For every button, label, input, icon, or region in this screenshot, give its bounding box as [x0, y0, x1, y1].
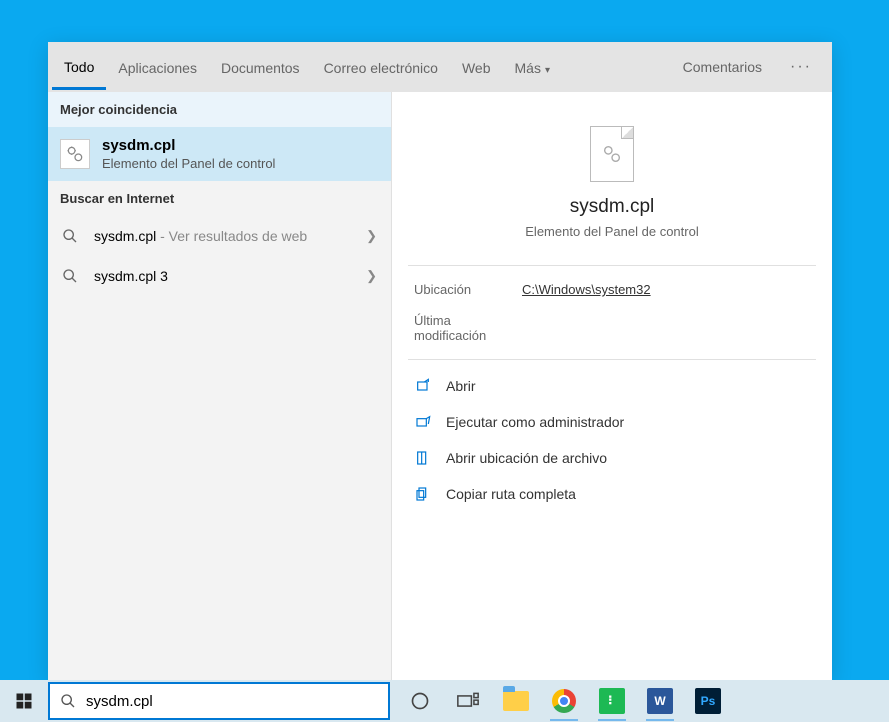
- action-open-location[interactable]: Abrir ubicación de archivo: [408, 440, 816, 476]
- photoshop-icon[interactable]: Ps: [692, 685, 724, 717]
- preview-pane: sysdm.cpl Elemento del Panel de control …: [392, 92, 832, 680]
- preview-subtitle: Elemento del Panel de control: [525, 224, 698, 239]
- results-list: Mejor coincidencia sysdm.cpl Elemento de…: [48, 92, 392, 680]
- meta-modified-label: Última modificación: [414, 313, 522, 343]
- preview-title: sysdm.cpl: [570, 196, 654, 218]
- control-panel-icon: [60, 139, 90, 169]
- web-result-label: sysdm.cpl - Ver resultados de web: [94, 228, 307, 244]
- search-icon: [60, 228, 80, 244]
- shield-icon: [414, 414, 432, 430]
- file-explorer-icon[interactable]: [500, 685, 532, 717]
- copy-icon: [414, 486, 432, 502]
- tab-all[interactable]: Todo: [52, 45, 106, 90]
- search-tabs: Todo Aplicaciones Documentos Correo elec…: [48, 42, 832, 92]
- meta-location-value[interactable]: C:\Windows\system32: [522, 282, 651, 297]
- spotify-icon[interactable]: ⠇: [596, 685, 628, 717]
- tab-web[interactable]: Web: [450, 46, 503, 88]
- chrome-icon[interactable]: [548, 685, 580, 717]
- start-button[interactable]: [0, 680, 48, 722]
- action-copy-path[interactable]: Copiar ruta completa: [408, 476, 816, 512]
- tab-email[interactable]: Correo electrónico: [312, 46, 450, 88]
- web-result-item[interactable]: sysdm.cpl 3 ❯: [48, 256, 391, 296]
- search-input[interactable]: [86, 693, 378, 710]
- taskbar-search-box[interactable]: [48, 682, 390, 720]
- chevron-right-icon: ❯: [366, 268, 377, 284]
- task-view-icon[interactable]: [452, 685, 484, 717]
- search-results-panel: Todo Aplicaciones Documentos Correo elec…: [48, 42, 832, 680]
- chevron-down-icon: ▾: [545, 65, 550, 76]
- taskbar: ⠇ W Ps: [0, 680, 889, 722]
- divider: [408, 265, 816, 266]
- tab-documents[interactable]: Documentos: [209, 46, 312, 88]
- chevron-right-icon: ❯: [366, 228, 377, 244]
- best-match-item[interactable]: sysdm.cpl Elemento del Panel de control: [48, 127, 391, 181]
- file-icon: [590, 126, 634, 182]
- best-match-subtitle: Elemento del Panel de control: [102, 156, 275, 171]
- divider: [408, 359, 816, 360]
- action-run-admin[interactable]: Ejecutar como administrador: [408, 404, 816, 440]
- search-icon: [60, 268, 80, 284]
- search-icon: [60, 693, 76, 709]
- word-icon[interactable]: W: [644, 685, 676, 717]
- more-options-icon[interactable]: ···: [774, 58, 828, 76]
- meta-location-label: Ubicación: [414, 282, 522, 297]
- section-best-match: Mejor coincidencia: [48, 92, 391, 127]
- tab-more[interactable]: Más▾: [503, 46, 562, 88]
- open-icon: [414, 378, 432, 394]
- action-open[interactable]: Abrir: [408, 368, 816, 404]
- section-web-search: Buscar en Internet: [48, 181, 391, 216]
- best-match-title: sysdm.cpl: [102, 137, 275, 154]
- web-result-label: sysdm.cpl 3: [94, 268, 168, 284]
- feedback-link[interactable]: Comentarios: [671, 59, 774, 75]
- cortana-icon[interactable]: [404, 685, 436, 717]
- tab-apps[interactable]: Aplicaciones: [106, 46, 209, 88]
- folder-icon: [414, 450, 432, 466]
- web-result-item[interactable]: sysdm.cpl - Ver resultados de web ❯: [48, 216, 391, 256]
